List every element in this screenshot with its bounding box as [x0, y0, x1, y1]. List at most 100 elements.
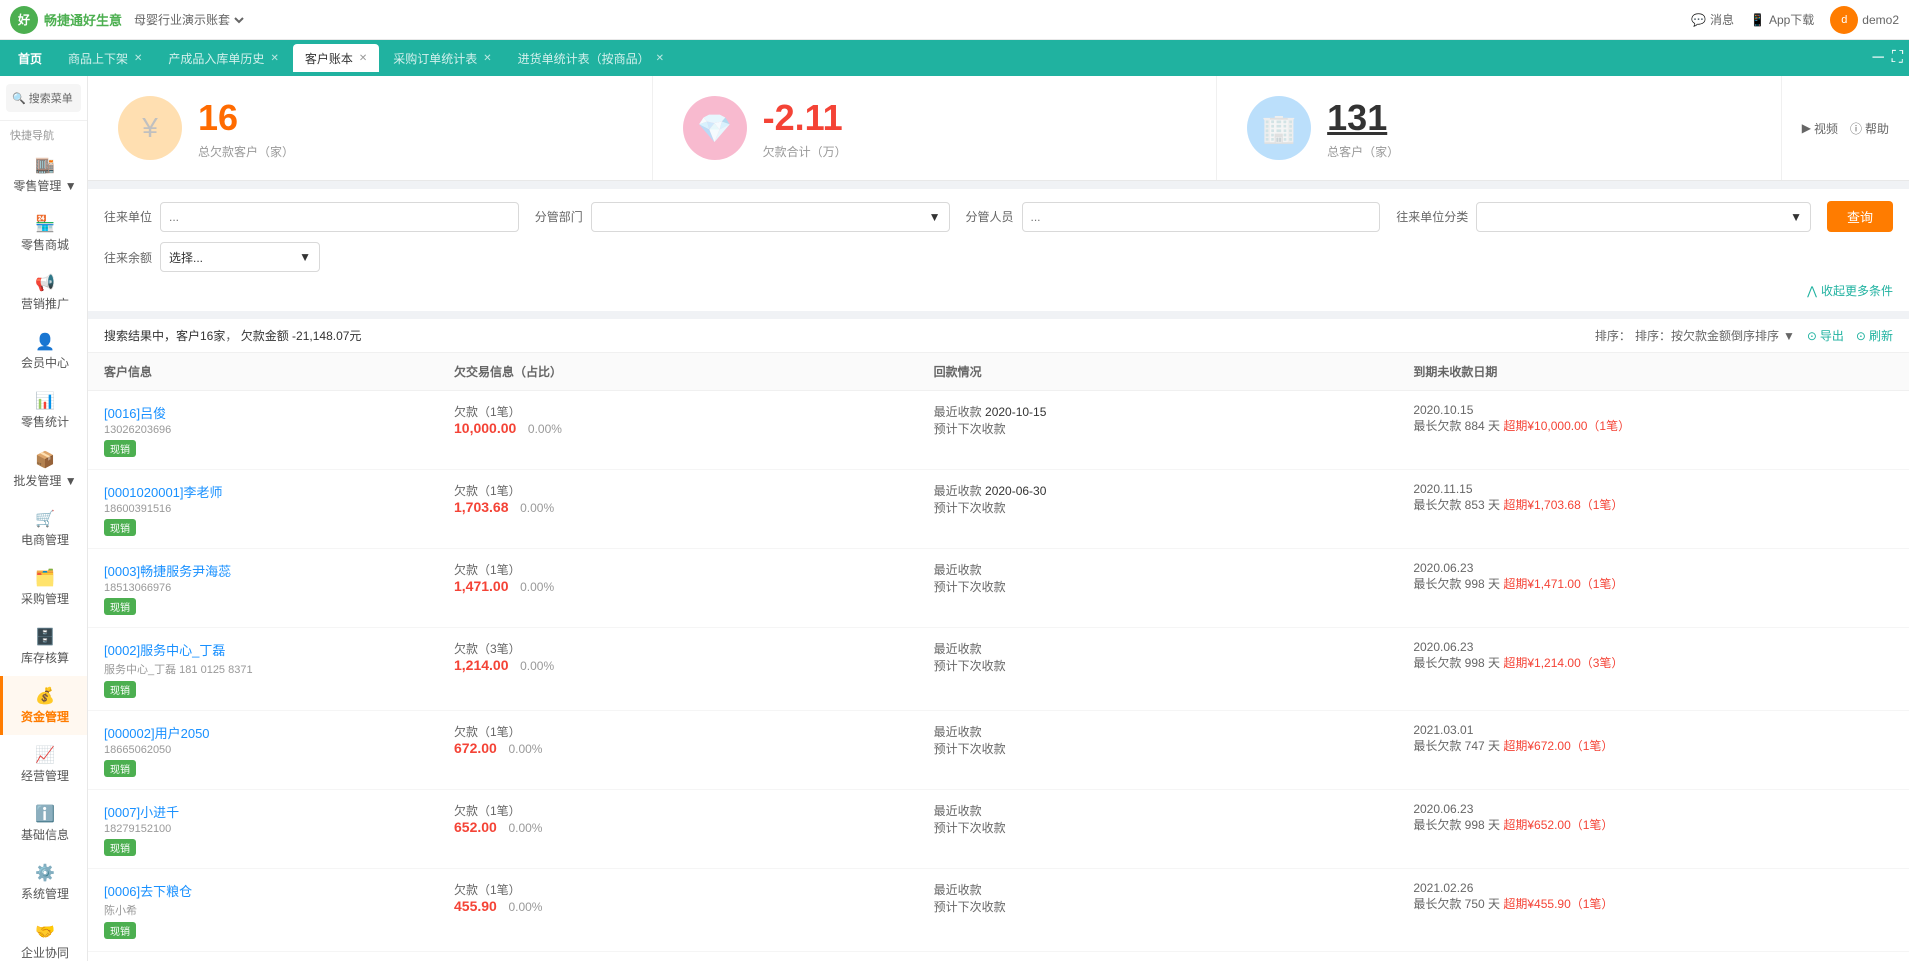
col-debt-info: 欠交易信息（占比） — [454, 363, 934, 380]
sidebar-item-member[interactable]: 👤 会员中心 — [0, 322, 87, 381]
customer-tag-1: 现销 — [104, 519, 136, 536]
message-btn[interactable]: 💬 消息 — [1691, 11, 1734, 28]
logo-text: 畅捷通好生意 — [44, 10, 122, 29]
debt-amount-3[interactable]: 1,214.00 — [454, 657, 509, 673]
tab-purchase-stats[interactable]: 进货单统计表（按商品） ✕ — [506, 44, 676, 72]
overdue-link-0[interactable]: 超期¥10,000.00（1笔） — [1503, 419, 1630, 433]
retail-mall-icon: 🏪 — [9, 214, 81, 234]
customer-tag-6: 现销 — [104, 922, 136, 939]
stat-header-actions: ▶ 视频 ⓘ 帮助 — [1782, 76, 1909, 180]
collapse-btn[interactable]: ⋀ 收起更多条件 — [1807, 282, 1893, 299]
tab-close-purchase-stats[interactable]: ✕ — [656, 53, 664, 64]
debt-amount-5[interactable]: 652.00 — [454, 819, 497, 835]
overdue-link-4[interactable]: 超期¥672.00（1笔） — [1503, 739, 1613, 753]
due-info-5: 2020.06.23 最长欠款 998 天 超期¥652.00（1笔） — [1413, 802, 1893, 833]
person-input[interactable] — [1022, 202, 1381, 232]
dept-select[interactable]: ▼ — [591, 202, 950, 232]
total-customers-value: 131 — [1327, 97, 1399, 139]
tab-home[interactable]: 首页 — [6, 44, 54, 72]
sidebar-item-inventory[interactable]: 🗄️ 库存核算 — [0, 617, 87, 676]
table-row: [0016]吕俊 13026203696 现销 欠款（1笔） 10,000.00… — [88, 391, 1909, 470]
debt-amount-0[interactable]: 10,000.00 — [454, 420, 516, 436]
unit-category-label: 往来单位分类 — [1396, 208, 1468, 225]
filter-dept: 分管部门 ▼ — [535, 202, 950, 232]
sidebar-item-ecommerce[interactable]: 🛒 电商管理 — [0, 499, 87, 558]
sidebar-item-label: 零售管理 ▼ — [13, 179, 76, 193]
sort-select[interactable]: 排序： 排序：按欠款金额倒序排序 ▼ — [1595, 327, 1795, 344]
table-row: [0007]小进千 18279152100 现销 欠款（1笔） 652.00 0… — [88, 790, 1909, 869]
overdue-link-6[interactable]: 超期¥455.90（1笔） — [1503, 897, 1613, 911]
tab-close-customer-account[interactable]: ✕ — [359, 53, 367, 64]
tab-customer-account[interactable]: 客户账本 ✕ — [293, 44, 379, 72]
sidebar-item-purchase[interactable]: 🗂️ 采购管理 — [0, 558, 87, 617]
debt-label-6: 欠款（1笔） — [454, 881, 934, 898]
inventory-icon: 🗄️ — [9, 627, 81, 647]
user-avatar[interactable]: d demo2 — [1830, 6, 1899, 34]
balance-select[interactable]: 选择... ▼ — [160, 242, 320, 272]
sidebar-item-batch-mgmt[interactable]: 📦 批发管理 ▼ — [0, 440, 87, 499]
retail-mgmt-icon: 🏬 — [9, 155, 81, 175]
sidebar-item-operation[interactable]: 📈 经营管理 — [0, 735, 87, 794]
customer-info-4: [000002]用户2050 18665062050 现销 — [104, 723, 454, 777]
customer-phone-5: 18279152100 — [104, 823, 454, 835]
sidebar-item-retail-mgmt[interactable]: 🏬 零售管理 ▼ — [0, 145, 87, 204]
customer-tag-4: 现销 — [104, 760, 136, 777]
maximize-icon[interactable]: ⛶ — [1892, 49, 1903, 67]
company-select[interactable]: 母婴行业演示账套 — [130, 12, 247, 28]
debt-amount-4[interactable]: 672.00 — [454, 740, 497, 756]
overdue-link-1[interactable]: 超期¥1,703.68（1笔） — [1503, 498, 1623, 512]
sidebar-item-retail-mall[interactable]: 🏪 零售商城 — [0, 204, 87, 263]
help-btn[interactable]: ⓘ 帮助 — [1850, 120, 1889, 137]
stat-info-total-customers: 131 总客户（家） — [1327, 97, 1399, 160]
stat-card-total-customers: 🏢 131 总客户（家） — [1217, 76, 1782, 180]
customer-info-6: [0006]去下粮仓 陈小希 现销 — [104, 881, 454, 939]
debt-amount-1[interactable]: 1,703.68 — [454, 499, 509, 515]
app-download-btn[interactable]: 📱 App下载 — [1750, 11, 1814, 28]
customer-name-link-3[interactable]: [0002]服务中心_丁磊 — [104, 643, 225, 658]
refresh-btn[interactable]: ⊙ 刷新 — [1856, 327, 1893, 344]
unit-category-select[interactable]: ▼ — [1476, 202, 1811, 232]
tab-products-off[interactable]: 商品上下架 ✕ — [56, 44, 154, 72]
customer-tag-3: 现销 — [104, 681, 136, 698]
tab-production-history[interactable]: 产成品入库单历史 ✕ — [156, 44, 290, 72]
sidebar-item-retail-stats[interactable]: 📊 零售统计 — [0, 381, 87, 440]
sidebar-search-btn[interactable]: 🔍 搜索菜单 — [6, 84, 81, 112]
total-customers-label: 总客户（家） — [1327, 143, 1399, 160]
view-video-btn[interactable]: ▶ 视频 — [1802, 120, 1838, 137]
filter-row-1: 往来单位 分管部门 ▼ 分管人员 往来单位分类 — [104, 201, 1893, 232]
customer-phone-0: 13026203696 — [104, 424, 454, 436]
overdue-link-3[interactable]: 超期¥1,214.00（3笔） — [1503, 656, 1623, 670]
top-bar: 好 畅捷通好生意 母婴行业演示账套 💬 消息 📱 App下载 d demo2 — [0, 0, 1909, 40]
customer-name-link-2[interactable]: [0003]畅捷服务尹海蕊 — [104, 564, 231, 579]
overdue-link-2[interactable]: 超期¥1,471.00（1笔） — [1503, 577, 1623, 591]
minimize-icon[interactable]: ─ — [1872, 49, 1883, 67]
customer-name-link-5[interactable]: [0007]小进千 — [104, 805, 179, 820]
tab-close-purchase-order[interactable]: ✕ — [483, 53, 491, 64]
debt-amount-6[interactable]: 455.90 — [454, 898, 497, 914]
sidebar-item-finance[interactable]: 💰 资金管理 — [0, 676, 87, 735]
dept-label: 分管部门 — [535, 208, 583, 225]
debt-total-label: 欠款合计（万） — [763, 143, 847, 160]
sidebar-item-basic-info[interactable]: ℹ️ 基础信息 — [0, 794, 87, 853]
customer-name-link-1[interactable]: [0001020001]李老师 — [104, 485, 223, 500]
search-button[interactable]: 查询 — [1827, 201, 1893, 232]
export-btn[interactable]: ⊙ 导出 — [1807, 327, 1844, 344]
overdue-link-5[interactable]: 超期¥652.00（1笔） — [1503, 818, 1613, 832]
customer-name-link-6[interactable]: [0006]去下粮仓 — [104, 884, 192, 899]
debt-amount-2[interactable]: 1,471.00 — [454, 578, 509, 594]
filter-from-unit: 往来单位 — [104, 202, 519, 232]
debt-percent-0: 0.00% — [528, 422, 562, 436]
sidebar-item-marketing[interactable]: 📢 营销推广 — [0, 263, 87, 322]
sidebar-item-system[interactable]: ⚙️ 系统管理 — [0, 853, 87, 912]
customer-name-link-4[interactable]: [000002]用户2050 — [104, 726, 210, 741]
tab-close-products-off[interactable]: ✕ — [134, 53, 142, 64]
repay-info-1: 最近收款 2020-06-30 预计下次收款 — [934, 482, 1414, 516]
customer-name-link-0[interactable]: [0016]吕俊 — [104, 406, 166, 421]
tab-close-production-history[interactable]: ✕ — [270, 53, 278, 64]
stat-info-debt-total: -2.11 欠款合计（万） — [763, 97, 847, 160]
main-layout: 🔍 搜索菜单 快捷导航 🏬 零售管理 ▼ 🏪 零售商城 📢 营销推广 👤 会员中… — [0, 76, 1909, 961]
tab-purchase-order[interactable]: 采购订单统计表 ✕ — [381, 44, 503, 72]
customer-info-2: [0003]畅捷服务尹海蕊 18513066976 现销 — [104, 561, 454, 615]
from-unit-input[interactable] — [160, 202, 519, 232]
sidebar-item-enterprise[interactable]: 🤝 企业协同 — [0, 912, 87, 961]
